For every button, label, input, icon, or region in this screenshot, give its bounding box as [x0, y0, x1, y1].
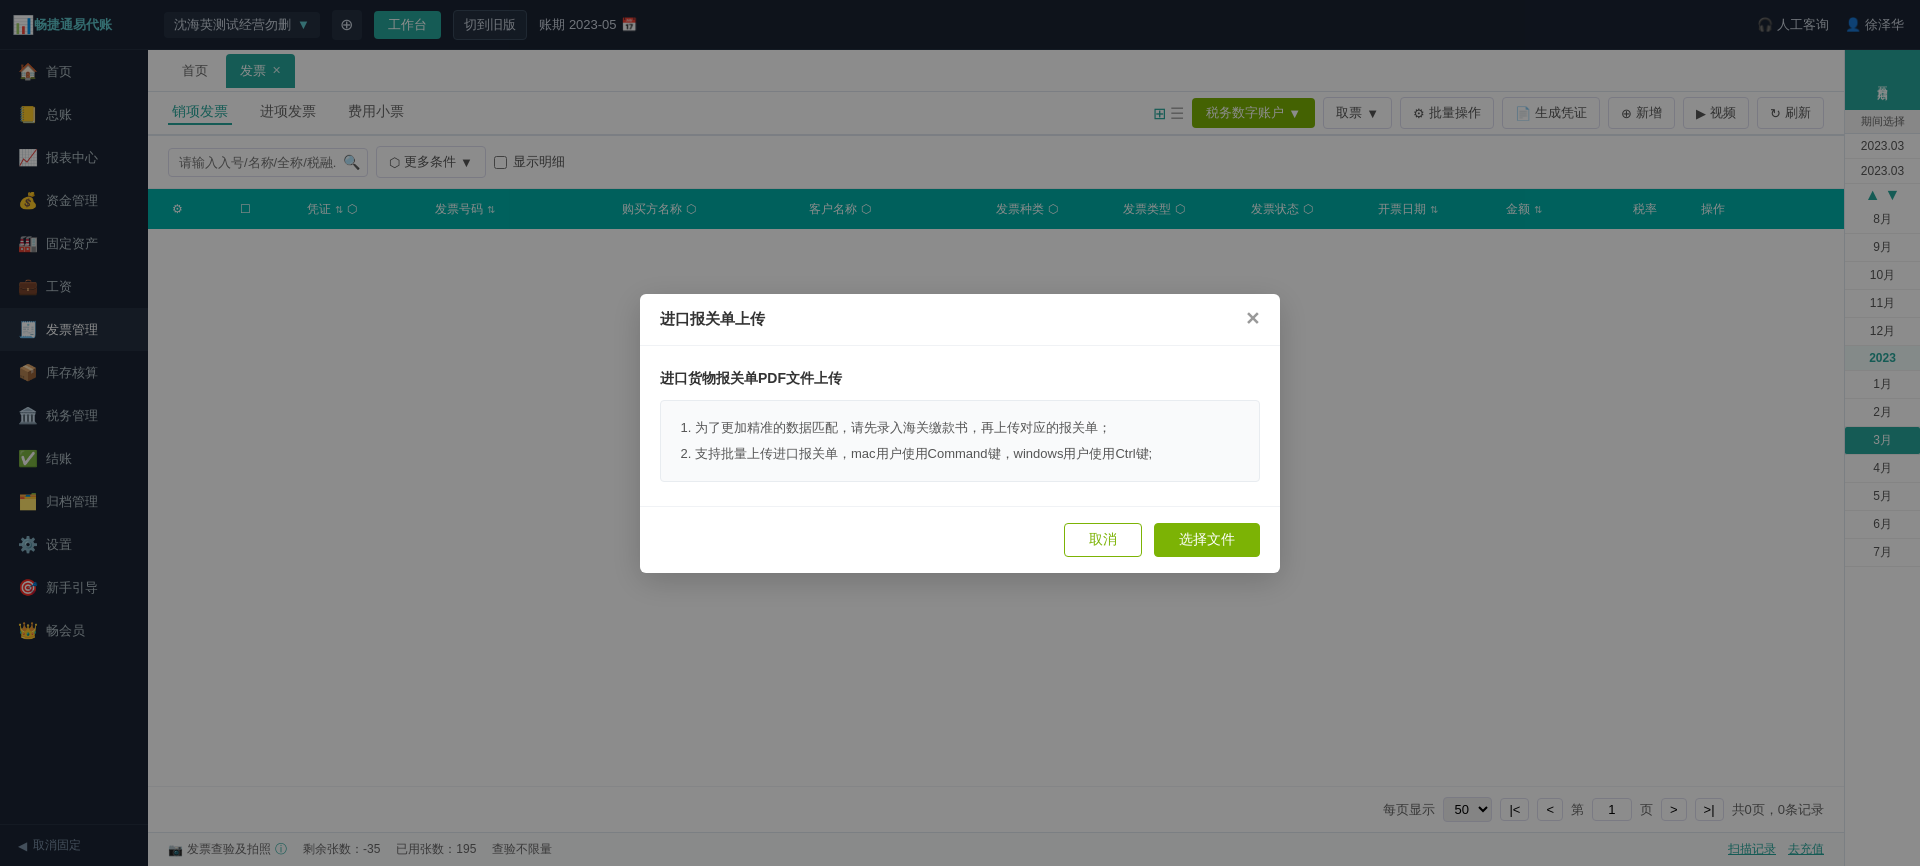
import-customs-modal: 进口报关单上传 ✕ 进口货物报关单PDF文件上传 为了更加精准的数据匹配，请先录… [640, 294, 1280, 573]
modal-info-item-1: 为了更加精准的数据匹配，请先录入海关缴款书，再上传对应的报关单； [695, 415, 1243, 441]
modal-info-list: 为了更加精准的数据匹配，请先录入海关缴款书，再上传对应的报关单； 支持批量上传进… [677, 415, 1243, 467]
modal-overlay: 进口报关单上传 ✕ 进口货物报关单PDF文件上传 为了更加精准的数据匹配，请先录… [0, 0, 1920, 866]
modal-info-box: 为了更加精准的数据匹配，请先录入海关缴款书，再上传对应的报关单； 支持批量上传进… [660, 400, 1260, 482]
modal-info-item-2: 支持批量上传进口报关单，mac用户使用Command键，windows用户使用C… [695, 441, 1243, 467]
modal-close-btn[interactable]: ✕ [1245, 310, 1260, 328]
modal-title: 进口报关单上传 [660, 310, 765, 329]
modal-footer: 取消 选择文件 [640, 506, 1280, 573]
modal-confirm-btn[interactable]: 选择文件 [1154, 523, 1260, 557]
modal-body-title: 进口货物报关单PDF文件上传 [660, 370, 1260, 388]
modal-header: 进口报关单上传 ✕ [640, 294, 1280, 346]
modal-body: 进口货物报关单PDF文件上传 为了更加精准的数据匹配，请先录入海关缴款书，再上传… [640, 346, 1280, 506]
modal-cancel-btn[interactable]: 取消 [1064, 523, 1142, 557]
